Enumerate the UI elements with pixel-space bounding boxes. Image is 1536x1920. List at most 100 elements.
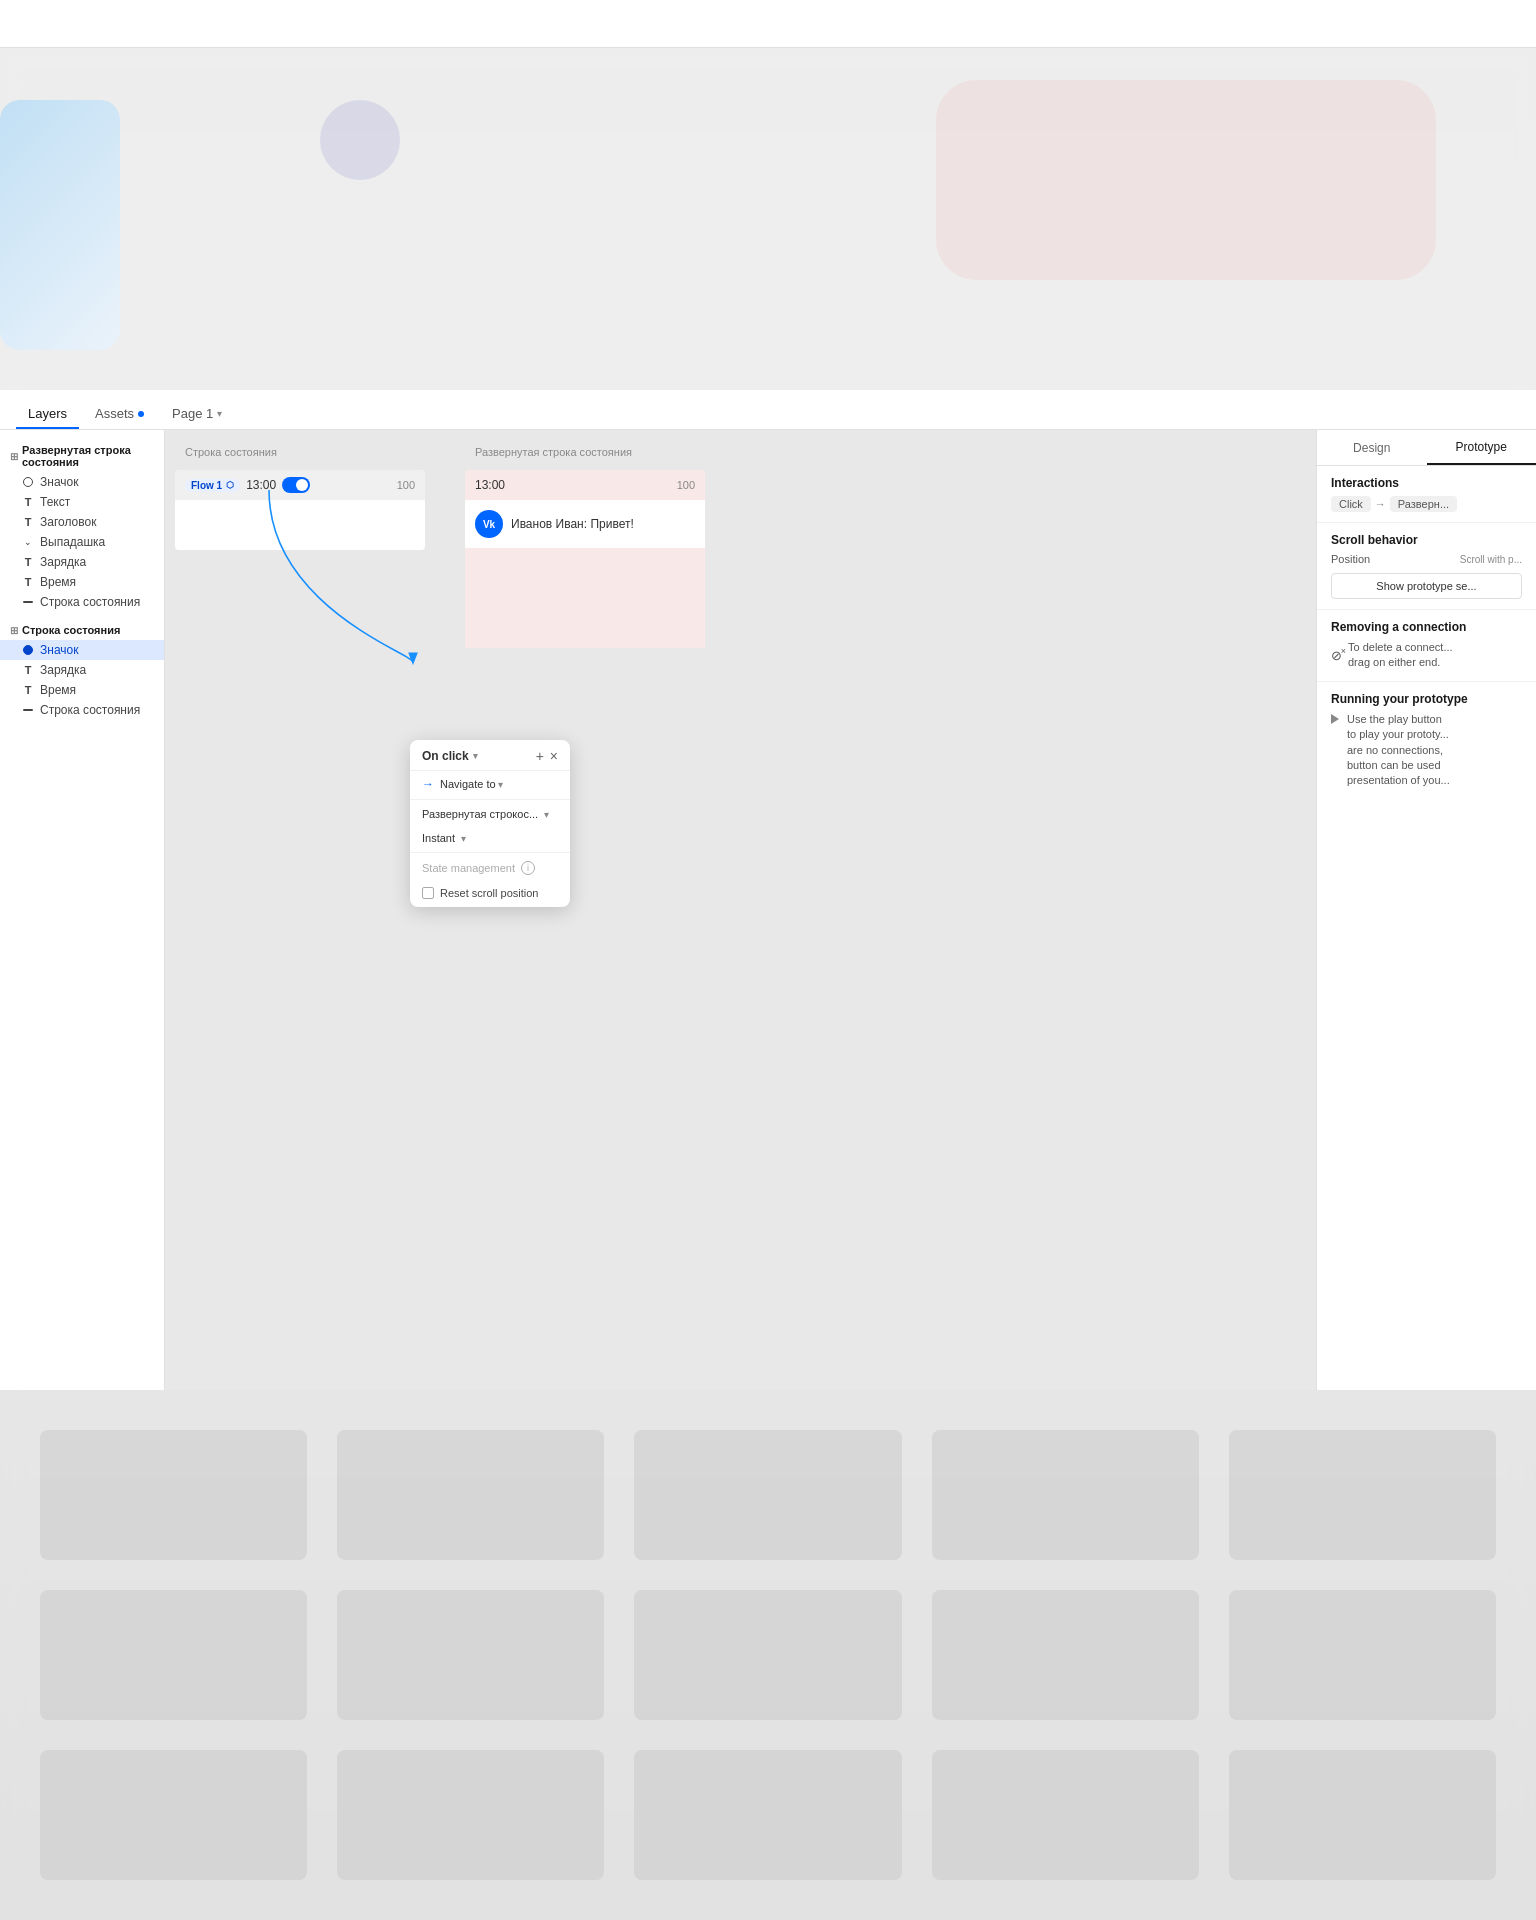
popup-destination-chevron-icon: ▾ bbox=[544, 809, 549, 820]
text-icon-1: T bbox=[22, 496, 34, 508]
popup-state-row: State management i bbox=[410, 855, 570, 881]
canvas-top-bar bbox=[0, 0, 1536, 48]
message-text: Иванов Иван: Привет! bbox=[511, 517, 634, 531]
sidebar-item-1-1[interactable]: T Текст bbox=[0, 492, 164, 512]
info-icon: i bbox=[521, 861, 535, 875]
rp-removing-section: Removing a connection ⊘ × To delete a co… bbox=[1317, 610, 1536, 682]
rp-running-row: Use the play buttonto play your prototy.… bbox=[1331, 712, 1522, 789]
vk-label: Vk bbox=[483, 519, 495, 530]
sidebar-item-2-3[interactable]: Строка состояния bbox=[0, 700, 164, 720]
popup-navigate-label[interactable]: Navigate to ▾ bbox=[440, 778, 503, 790]
text-icon-5: T bbox=[22, 664, 34, 676]
circle-icon-1 bbox=[22, 476, 34, 488]
grid-icon-2: ⊞ bbox=[10, 625, 18, 636]
sidebar-item-2-2[interactable]: T Время bbox=[0, 680, 164, 700]
popup-close-btn[interactable]: × bbox=[550, 748, 558, 764]
frame-left-header: Flow 1 ⬡ 13:00 100 bbox=[175, 470, 425, 500]
sidebar-item-1-2[interactable]: T Заголовок bbox=[0, 512, 164, 532]
bottom-blob-14 bbox=[932, 1750, 1199, 1880]
show-prototype-btn[interactable]: Show prototype se... bbox=[1331, 573, 1522, 599]
bottom-blob-7 bbox=[337, 1590, 604, 1720]
rp-removing-row: ⊘ × To delete a connect...drag on either… bbox=[1331, 640, 1522, 671]
sidebar-item-2-1[interactable]: T Зарядка bbox=[0, 660, 164, 680]
flow-badge-label: Flow 1 bbox=[191, 480, 222, 491]
sidebar-item-2-0[interactable]: Значок bbox=[0, 640, 164, 660]
rp-interactions-section: Interactions Click → Разверн... bbox=[1317, 466, 1536, 523]
sidebar-item-1-5[interactable]: T Время bbox=[0, 572, 164, 592]
chip-arrow-icon: → bbox=[1375, 498, 1386, 510]
bottom-items bbox=[0, 1390, 1536, 1920]
frame-right-body bbox=[465, 548, 705, 648]
tab-page[interactable]: Page 1 ▾ bbox=[160, 400, 234, 429]
sidebar-item-1-5-label: Время bbox=[40, 575, 76, 589]
tab-assets[interactable]: Assets bbox=[83, 400, 156, 429]
text-icon-2: T bbox=[22, 516, 34, 528]
popup-navigate-text: Navigate to bbox=[440, 778, 496, 790]
interaction-chip[interactable]: Click → Разверн... bbox=[1331, 496, 1522, 512]
popup-title: On click ▾ bbox=[422, 749, 478, 763]
tab-layers[interactable]: Layers bbox=[16, 400, 79, 429]
sidebar-item-2-0-label: Значок bbox=[40, 643, 78, 657]
bottom-blob-11 bbox=[40, 1750, 307, 1880]
flow-badge: Flow 1 ⬡ bbox=[185, 479, 240, 492]
bottom-blob-15 bbox=[1229, 1750, 1496, 1880]
popup-state-label: State management bbox=[422, 862, 515, 874]
rp-running-text: Use the play buttonto play your prototy.… bbox=[1347, 712, 1450, 789]
sidebar-section-1-header: ⊞ Развернутая строка состояния bbox=[0, 438, 164, 472]
toggle-switch[interactable] bbox=[282, 477, 310, 493]
count-right: 100 bbox=[677, 479, 695, 491]
popup-actions: + × bbox=[536, 748, 558, 764]
sidebar-item-1-6[interactable]: Строка состояния bbox=[0, 592, 164, 612]
remove-x-icon: × bbox=[1341, 646, 1346, 656]
text-icon-4: T bbox=[22, 576, 34, 588]
tab-design[interactable]: Design bbox=[1317, 430, 1427, 465]
chip-trigger: Click bbox=[1331, 496, 1371, 512]
canvas-blue-blob bbox=[0, 100, 120, 350]
rp-interactions-title: Interactions bbox=[1331, 476, 1522, 490]
popup-navigate-chevron-icon: ▾ bbox=[498, 779, 503, 790]
popup-add-btn[interactable]: + bbox=[536, 748, 544, 764]
sidebar-section-1-title: Развернутая строка состояния bbox=[22, 444, 154, 468]
chip-dest: Разверн... bbox=[1390, 496, 1457, 512]
sidebar-item-1-0[interactable]: Значок bbox=[0, 472, 164, 492]
bottom-area bbox=[0, 1390, 1536, 1920]
sidebar-item-1-6-label: Строка состояния bbox=[40, 595, 140, 609]
line-icon-1 bbox=[22, 596, 34, 608]
popup-destination-row[interactable]: Развернутая строкос... ▾ bbox=[410, 802, 570, 826]
popup-checkbox-row[interactable]: Reset scroll position bbox=[410, 881, 570, 907]
rp-scroll-row: Position Scroll with p... bbox=[1331, 553, 1522, 565]
bottom-blob-4 bbox=[932, 1430, 1199, 1560]
circle-icon-2-selected bbox=[22, 644, 34, 656]
bottom-blob-9 bbox=[932, 1590, 1199, 1720]
frame-right: 13:00 100 Vk Иванов Иван: Привет! bbox=[465, 470, 705, 630]
bottom-blob-3 bbox=[634, 1430, 901, 1560]
rp-scroll-position-label: Position bbox=[1331, 553, 1370, 565]
canvas-area bbox=[0, 0, 1536, 390]
popup-transition-row[interactable]: Instant ▾ bbox=[410, 826, 570, 850]
frame-left-body bbox=[175, 500, 425, 550]
sidebar-item-1-2-label: Заголовок bbox=[40, 515, 96, 529]
popup-separator-1 bbox=[410, 799, 570, 800]
popup-navigate-row: → Navigate to ▾ bbox=[410, 771, 570, 797]
tab-bar: Layers Assets Page 1 ▾ bbox=[0, 390, 1536, 430]
vk-avatar: Vk bbox=[475, 510, 503, 538]
page-chevron-icon: ▾ bbox=[217, 408, 222, 419]
reset-scroll-checkbox[interactable] bbox=[422, 887, 434, 899]
sidebar-item-1-3[interactable]: ⌄ Выпадашка bbox=[0, 532, 164, 552]
frame-left: Flow 1 ⬡ 13:00 100 bbox=[175, 470, 425, 550]
tab-prototype[interactable]: Prototype bbox=[1427, 430, 1537, 465]
bottom-blob-13 bbox=[634, 1750, 901, 1880]
play-icon bbox=[1331, 714, 1339, 724]
sidebar-item-1-0-label: Значок bbox=[40, 475, 78, 489]
canvas-pink-blob bbox=[936, 80, 1436, 280]
reset-scroll-label: Reset scroll position bbox=[440, 887, 538, 899]
rp-scroll-value: Scroll with p... bbox=[1460, 554, 1522, 565]
sidebar-item-1-1-label: Текст bbox=[40, 495, 70, 509]
message-row: Vk Иванов Иван: Привет! bbox=[465, 500, 705, 548]
bottom-blob-2 bbox=[337, 1430, 604, 1560]
sidebar-item-1-4[interactable]: T Зарядка bbox=[0, 552, 164, 572]
right-panel-tabs: Design Prototype bbox=[1317, 430, 1536, 466]
popup-separator-2 bbox=[410, 852, 570, 853]
sidebar-section-2-header: ⊞ Строка состояния bbox=[0, 618, 164, 640]
bottom-blob-6 bbox=[40, 1590, 307, 1720]
